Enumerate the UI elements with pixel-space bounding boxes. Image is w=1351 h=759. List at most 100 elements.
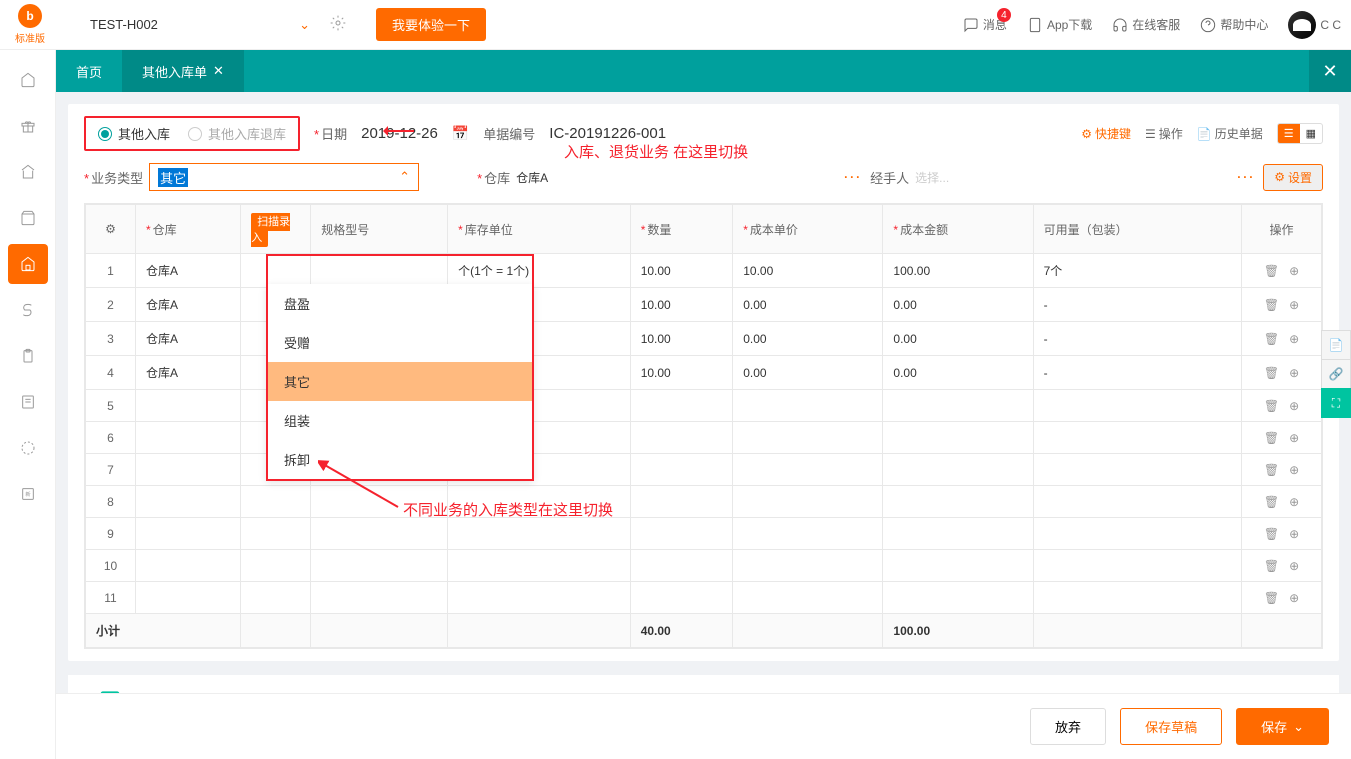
copy-icon[interactable]: ⊕ xyxy=(1289,463,1299,477)
chevron-down-icon: ⌄ xyxy=(1293,719,1304,735)
copy-icon[interactable]: ⊕ xyxy=(1289,264,1299,278)
float-expand-icon[interactable]: ⛶ xyxy=(1321,388,1351,418)
col-available: 可用量（包装） xyxy=(1033,205,1241,254)
copy-icon[interactable]: ⊕ xyxy=(1289,399,1299,413)
close-icon[interactable]: ✕ xyxy=(213,63,224,79)
save-button[interactable]: 保存 ⌄ xyxy=(1236,708,1329,745)
handler-label: 经手人 xyxy=(870,168,909,187)
calendar-icon[interactable]: 📅 xyxy=(452,125,469,142)
gear-column-icon[interactable]: ⚙ xyxy=(86,205,136,254)
copy-icon[interactable]: ⊕ xyxy=(1289,366,1299,380)
annotation-arrow-1 xyxy=(384,130,414,132)
delete-icon[interactable]: 🗑 xyxy=(1264,559,1279,573)
warehouse-value[interactable]: 仓库A xyxy=(516,169,548,186)
annotation-1: 入库、退货业务 在这里切换 xyxy=(564,141,748,162)
table-row[interactable]: 8 🗑⊕ xyxy=(86,486,1322,518)
delete-icon[interactable]: 🗑 xyxy=(1264,264,1279,278)
settings-button[interactable]: ⚙ 设置 xyxy=(1263,164,1323,191)
logo-text: 标准版 xyxy=(15,30,45,45)
float-link-icon[interactable]: 🔗 xyxy=(1321,359,1351,389)
delete-icon[interactable]: 🗑 xyxy=(1264,463,1279,477)
tab-home[interactable]: 首页 xyxy=(56,50,122,92)
messages-button[interactable]: 消息 4 xyxy=(963,16,1007,33)
more-icon[interactable]: ··· xyxy=(844,170,862,184)
notes-panel: 备注信息 xyxy=(68,675,1339,693)
user-menu[interactable]: C C xyxy=(1288,11,1341,39)
table-row[interactable]: 1 仓库A 个(1个 = 1个) 10.00 10.00 100.00 7个 🗑… xyxy=(86,254,1322,288)
dropdown-option[interactable]: 受赠 xyxy=(268,323,532,362)
doc-no-label: 单据编号 xyxy=(483,124,535,143)
top-header: b 标准版 TEST-H002 ⌄ 我要体验一下 消息 4 App下载 在线客服… xyxy=(0,0,1351,50)
logo-icon: b xyxy=(18,4,42,28)
col-price: *成本单价 xyxy=(733,205,883,254)
org-select[interactable]: TEST-H002 ⌄ xyxy=(80,10,320,40)
help-center-button[interactable]: 帮助中心 xyxy=(1200,16,1268,33)
tab-other-in[interactable]: 其他入库单 ✕ xyxy=(122,50,244,92)
sidebar-gift-icon[interactable] xyxy=(8,106,48,146)
delete-icon[interactable]: 🗑 xyxy=(1264,298,1279,312)
handler-select[interactable]: 选择... xyxy=(915,169,949,186)
org-name: TEST-H002 xyxy=(90,17,158,32)
dropdown-option[interactable]: 盘盈 xyxy=(268,284,532,323)
delete-icon[interactable]: 🗑 xyxy=(1264,527,1279,541)
sidebar-money-icon[interactable] xyxy=(8,290,48,330)
history-button[interactable]: 📄 历史单据 xyxy=(1197,125,1263,142)
table-row[interactable]: 11 🗑⊕ xyxy=(86,582,1322,614)
view-list-icon[interactable]: ☰ xyxy=(1278,124,1300,143)
dropdown-option[interactable]: 组装 xyxy=(268,401,532,440)
copy-icon[interactable]: ⊕ xyxy=(1289,591,1299,605)
dropdown-option[interactable]: 其它 xyxy=(268,362,532,401)
delete-icon[interactable]: 🗑 xyxy=(1264,431,1279,445)
copy-icon[interactable]: ⊕ xyxy=(1289,495,1299,509)
gear-icon[interactable] xyxy=(330,15,346,34)
view-grid-icon[interactable]: ▦ xyxy=(1300,124,1322,143)
experience-button[interactable]: 我要体验一下 xyxy=(376,8,486,41)
delete-icon[interactable]: 🗑 xyxy=(1264,399,1279,413)
radio-other-return[interactable]: 其他入库退库 xyxy=(188,124,286,143)
sidebar-clipboard-icon[interactable] xyxy=(8,336,48,376)
sidebar-circle-icon[interactable] xyxy=(8,428,48,468)
footer-actions: 放弃 保存草稿 保存 ⌄ xyxy=(56,693,1351,759)
dropdown-option[interactable]: 拆卸 xyxy=(268,440,532,479)
col-spec: 规格型号 xyxy=(311,205,448,254)
header-right: 消息 4 App下载 在线客服 帮助中心 C C xyxy=(963,11,1341,39)
close-all-tabs[interactable]: ✕ xyxy=(1309,50,1351,92)
date-value[interactable]: 2019-12-26 xyxy=(361,125,438,142)
view-toggle[interactable]: ☰ ▦ xyxy=(1277,123,1323,144)
sidebar-new-icon[interactable]: 新 xyxy=(8,474,48,514)
svg-text:新: 新 xyxy=(25,490,31,498)
radio-other-in[interactable]: 其他入库 xyxy=(98,124,170,143)
sidebar: 新 xyxy=(0,50,56,759)
doc-no-value: IC-20191226-001 xyxy=(549,125,666,142)
sidebar-home-icon[interactable] xyxy=(8,60,48,100)
delete-icon[interactable]: 🗑 xyxy=(1264,366,1279,380)
sidebar-warehouse-icon[interactable] xyxy=(8,244,48,284)
sidebar-house-icon[interactable] xyxy=(8,152,48,192)
logo[interactable]: b 标准版 xyxy=(10,4,50,45)
table-row[interactable]: 10 🗑⊕ xyxy=(86,550,1322,582)
page-tabs: 首页 其他入库单 ✕ ✕ xyxy=(56,50,1351,92)
shortcut-button[interactable]: ⚙ 快捷键 xyxy=(1081,125,1131,142)
date-label: *日期 xyxy=(314,124,347,143)
more-icon[interactable]: ··· xyxy=(1237,170,1255,184)
col-scan: 扫描录入 xyxy=(241,205,311,254)
copy-icon[interactable]: ⊕ xyxy=(1289,431,1299,445)
operate-button[interactable]: ☰ 操作 xyxy=(1145,125,1183,142)
copy-icon[interactable]: ⊕ xyxy=(1289,527,1299,541)
delete-icon[interactable]: 🗑 xyxy=(1264,591,1279,605)
copy-icon[interactable]: ⊕ xyxy=(1289,559,1299,573)
table-row[interactable]: 9 🗑⊕ xyxy=(86,518,1322,550)
delete-icon[interactable]: 🗑 xyxy=(1264,332,1279,346)
app-download-button[interactable]: App下载 xyxy=(1027,16,1092,33)
float-doc-icon[interactable]: 📄 xyxy=(1321,330,1351,360)
delete-icon[interactable]: 🗑 xyxy=(1264,495,1279,509)
col-amount: *成本金额 xyxy=(883,205,1033,254)
sidebar-bag-icon[interactable] xyxy=(8,198,48,238)
online-service-button[interactable]: 在线客服 xyxy=(1112,16,1180,33)
copy-icon[interactable]: ⊕ xyxy=(1289,332,1299,346)
sidebar-report-icon[interactable] xyxy=(8,382,48,422)
save-draft-button[interactable]: 保存草稿 xyxy=(1120,708,1222,745)
discard-button[interactable]: 放弃 xyxy=(1030,708,1106,745)
copy-icon[interactable]: ⊕ xyxy=(1289,298,1299,312)
biz-type-select[interactable]: 其它 ⌃ xyxy=(149,163,419,191)
